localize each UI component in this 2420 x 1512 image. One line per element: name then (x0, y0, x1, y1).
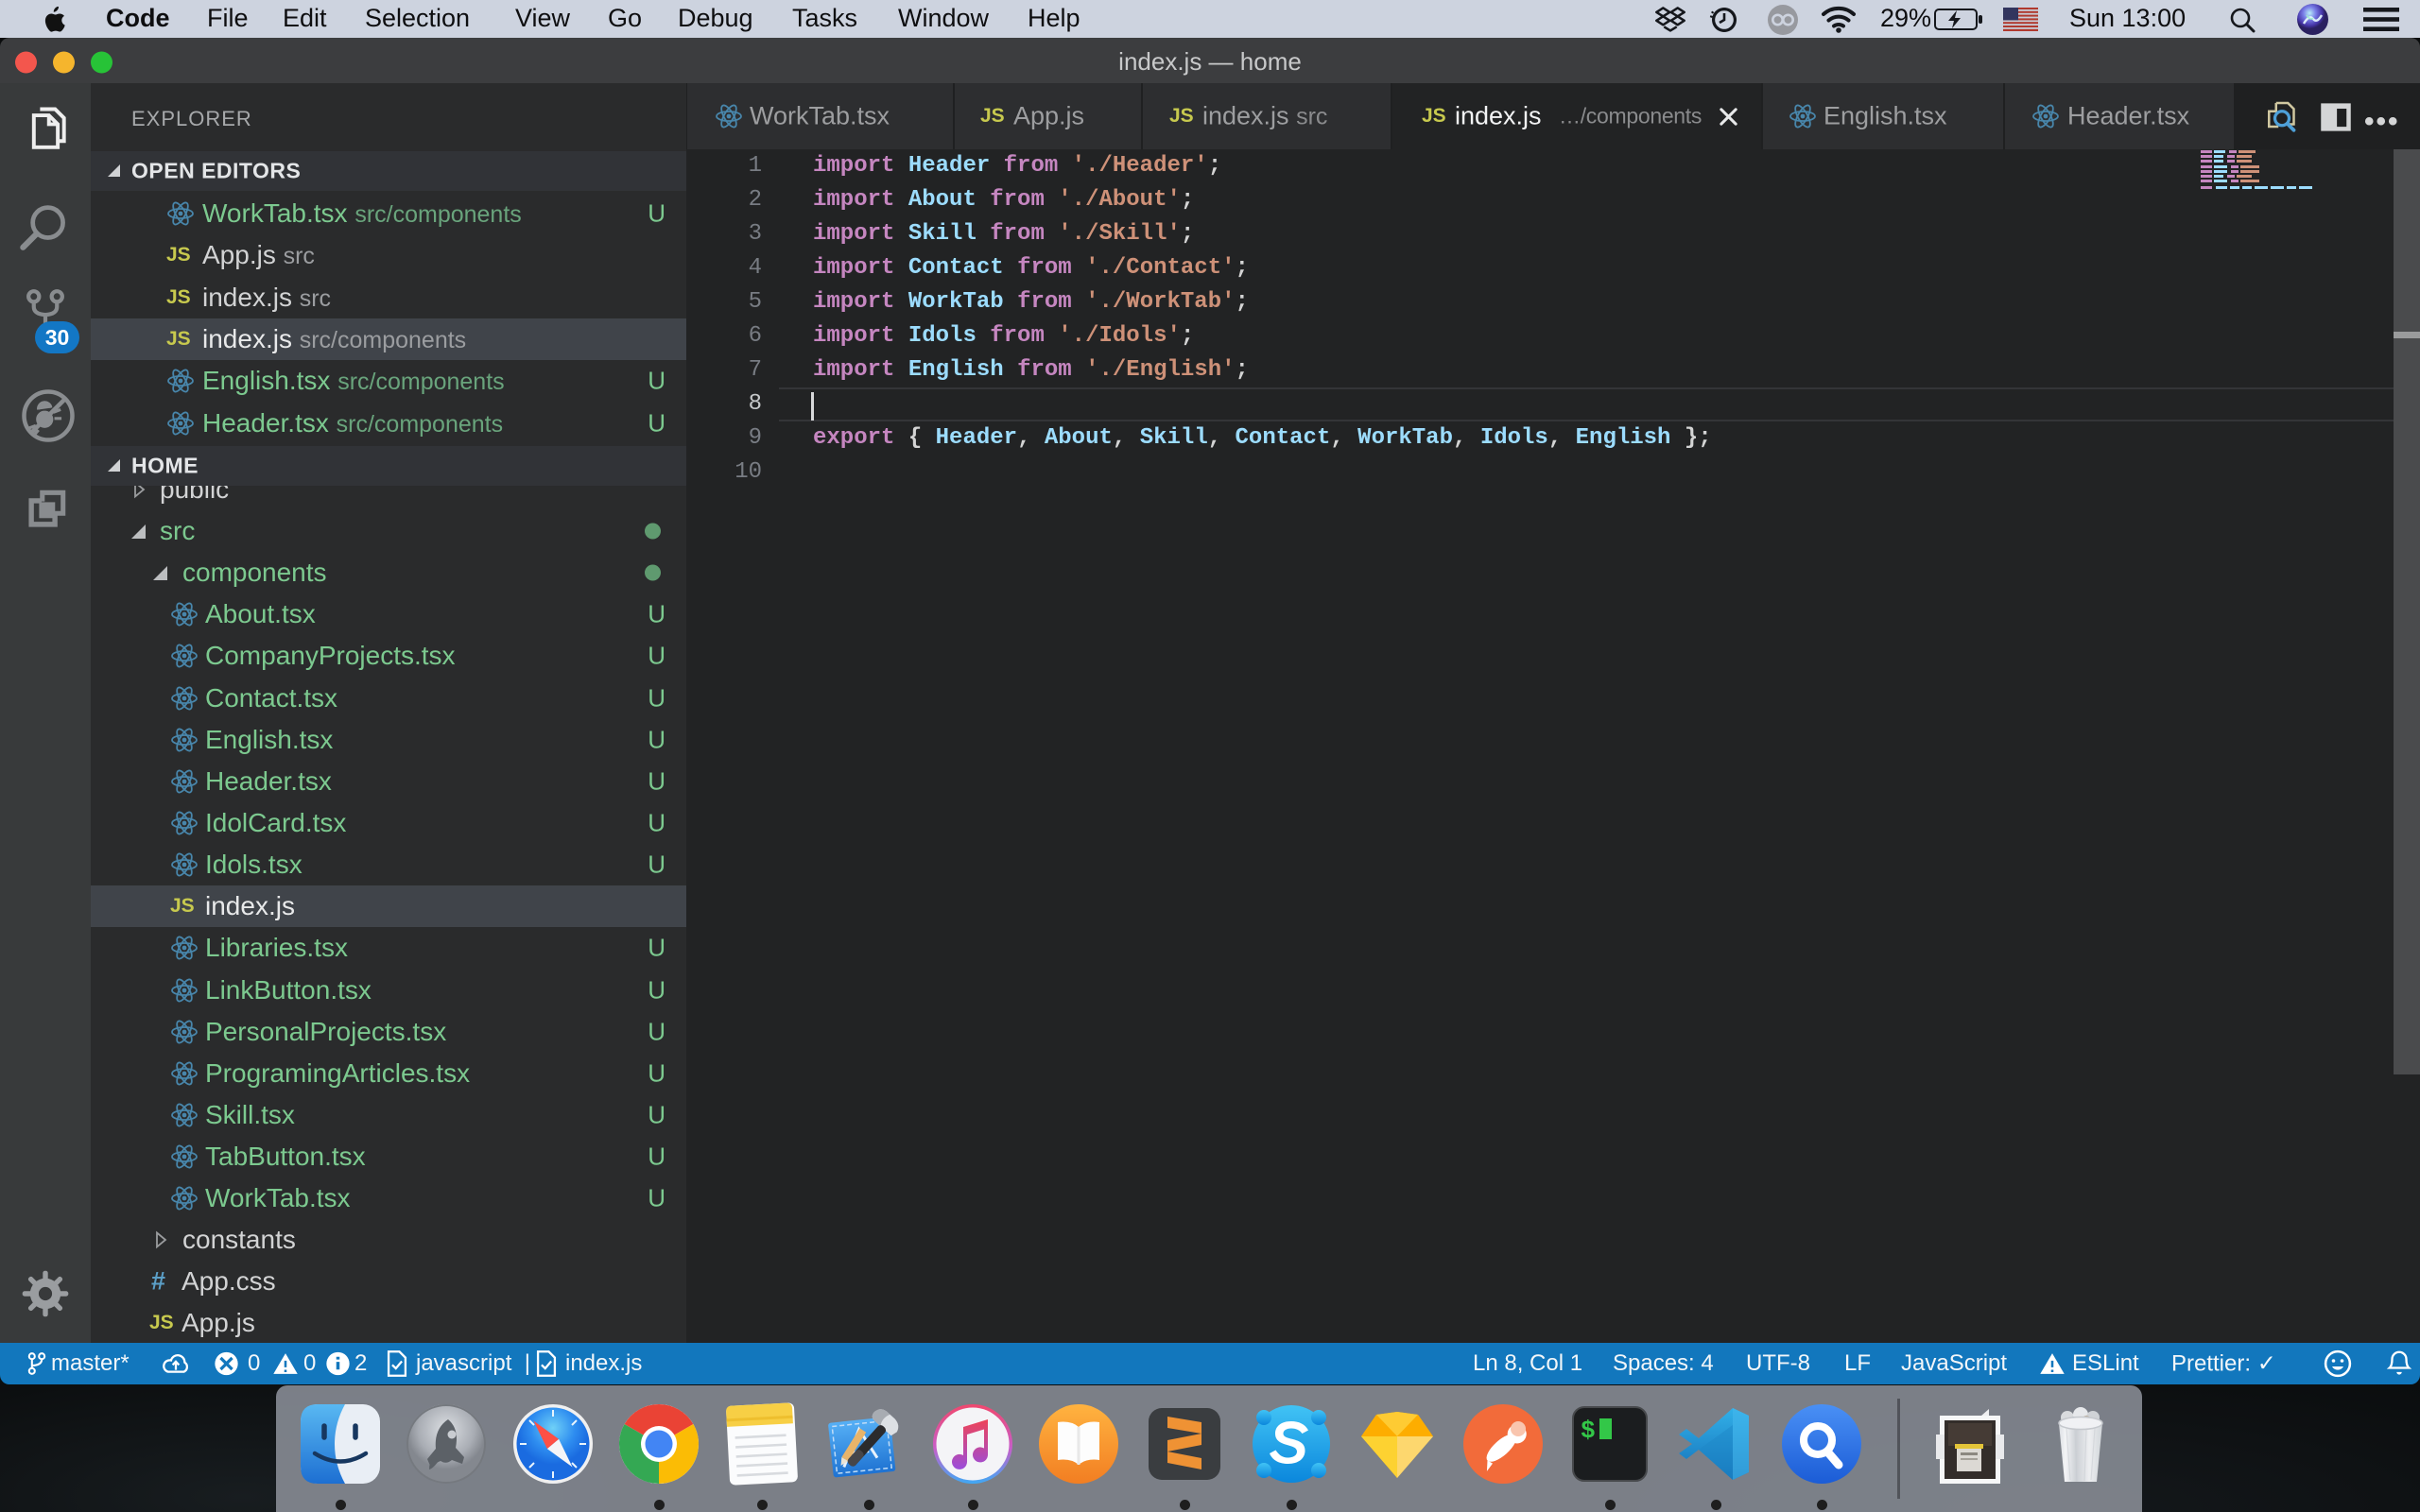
svg-text:$: $ (1581, 1417, 1596, 1445)
